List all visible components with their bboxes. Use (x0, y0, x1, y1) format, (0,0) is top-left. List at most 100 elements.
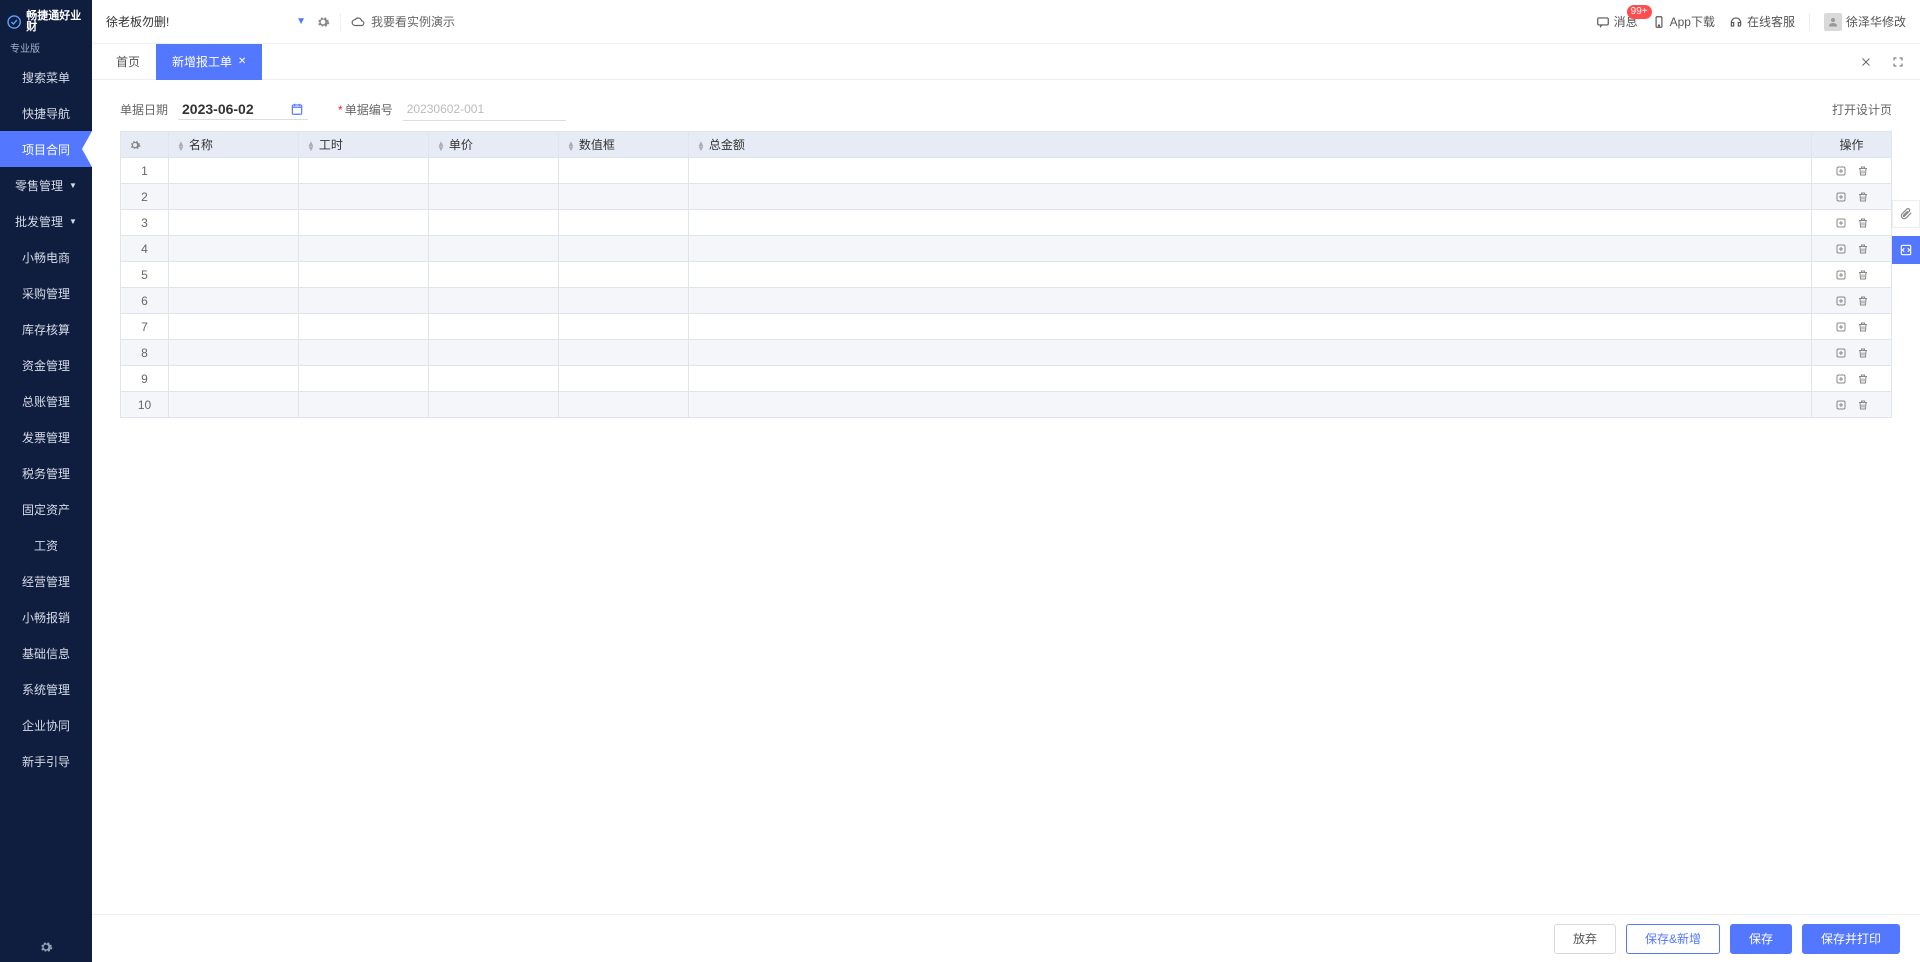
settings-gear-icon[interactable] (39, 940, 53, 954)
save-new-button[interactable]: 保存&新增 (1626, 924, 1720, 954)
tab-0[interactable]: 首页 (100, 44, 156, 80)
cell-numbox[interactable] (559, 288, 689, 314)
cell-hours[interactable] (299, 158, 429, 184)
cell-hours[interactable] (299, 184, 429, 210)
cell-numbox[interactable] (559, 184, 689, 210)
cell-total[interactable] (689, 158, 1812, 184)
cell-numbox[interactable] (559, 158, 689, 184)
col-settings[interactable] (121, 132, 169, 158)
logo[interactable]: 畅捷通好业财 (0, 0, 92, 44)
attachment-icon[interactable] (1892, 200, 1920, 228)
cell-name[interactable] (169, 210, 299, 236)
cell-name[interactable] (169, 262, 299, 288)
cell-price[interactable] (429, 262, 559, 288)
row-add-icon[interactable] (1835, 295, 1847, 307)
expand-panel-icon[interactable] (1892, 236, 1920, 264)
save-button[interactable]: 保存 (1730, 924, 1792, 954)
cell-hours[interactable] (299, 236, 429, 262)
app-download-button[interactable]: App下载 (1652, 13, 1715, 30)
sidebar-item-7[interactable]: 库存核算 (0, 311, 92, 347)
cell-total[interactable] (689, 340, 1812, 366)
cell-price[interactable] (429, 340, 559, 366)
row-add-icon[interactable] (1835, 373, 1847, 385)
cell-numbox[interactable] (559, 314, 689, 340)
cell-name[interactable] (169, 314, 299, 340)
cell-price[interactable] (429, 392, 559, 418)
cell-price[interactable] (429, 158, 559, 184)
sidebar-item-3[interactable]: 零售管理▼ (0, 167, 92, 203)
cell-hours[interactable] (299, 262, 429, 288)
fullscreen-icon[interactable] (1886, 50, 1910, 74)
cell-numbox[interactable] (559, 340, 689, 366)
row-add-icon[interactable] (1835, 399, 1847, 411)
cell-name[interactable] (169, 236, 299, 262)
tab-1[interactable]: 新增报工单✕ (156, 44, 262, 80)
close-icon[interactable]: ✕ (238, 56, 246, 67)
col-price[interactable]: ▲▼单价 (429, 132, 559, 158)
row-delete-icon[interactable] (1857, 269, 1869, 281)
row-delete-icon[interactable] (1857, 321, 1869, 333)
row-delete-icon[interactable] (1857, 243, 1869, 255)
cell-hours[interactable] (299, 314, 429, 340)
sidebar-item-13[interactable]: 工资 (0, 527, 92, 563)
row-delete-icon[interactable] (1857, 347, 1869, 359)
save-print-button[interactable]: 保存并打印 (1802, 924, 1900, 954)
cell-numbox[interactable] (559, 366, 689, 392)
row-add-icon[interactable] (1835, 165, 1847, 177)
close-tab-icon[interactable] (1854, 50, 1878, 74)
cell-name[interactable] (169, 366, 299, 392)
cell-price[interactable] (429, 236, 559, 262)
header-gear-icon[interactable] (316, 15, 330, 29)
sidebar-item-8[interactable]: 资金管理 (0, 347, 92, 383)
col-name[interactable]: ▲▼名称 (169, 132, 299, 158)
sidebar-item-2[interactable]: 项目合同 (0, 131, 92, 167)
sidebar-item-11[interactable]: 税务管理 (0, 455, 92, 491)
cell-name[interactable] (169, 158, 299, 184)
row-add-icon[interactable] (1835, 217, 1847, 229)
row-add-icon[interactable] (1835, 243, 1847, 255)
row-delete-icon[interactable] (1857, 399, 1869, 411)
cell-total[interactable] (689, 210, 1812, 236)
cell-name[interactable] (169, 288, 299, 314)
sidebar-item-9[interactable]: 总账管理 (0, 383, 92, 419)
cell-name[interactable] (169, 340, 299, 366)
row-add-icon[interactable] (1835, 269, 1847, 281)
sidebar-item-10[interactable]: 发票管理 (0, 419, 92, 455)
sidebar-item-5[interactable]: 小畅电商 (0, 239, 92, 275)
col-hours[interactable]: ▲▼工时 (299, 132, 429, 158)
sidebar-item-12[interactable]: 固定资产 (0, 491, 92, 527)
cell-total[interactable] (689, 366, 1812, 392)
row-delete-icon[interactable] (1857, 217, 1869, 229)
cell-total[interactable] (689, 262, 1812, 288)
row-add-icon[interactable] (1835, 191, 1847, 203)
sidebar-item-6[interactable]: 采购管理 (0, 275, 92, 311)
row-delete-icon[interactable] (1857, 191, 1869, 203)
sidebar-item-16[interactable]: 基础信息 (0, 635, 92, 671)
cell-hours[interactable] (299, 288, 429, 314)
cell-name[interactable] (169, 392, 299, 418)
cell-price[interactable] (429, 184, 559, 210)
row-add-icon[interactable] (1835, 321, 1847, 333)
cell-total[interactable] (689, 236, 1812, 262)
cell-numbox[interactable] (559, 392, 689, 418)
row-delete-icon[interactable] (1857, 165, 1869, 177)
sidebar-item-19[interactable]: 新手引导 (0, 743, 92, 779)
row-delete-icon[interactable] (1857, 295, 1869, 307)
cell-numbox[interactable] (559, 262, 689, 288)
cell-hours[interactable] (299, 392, 429, 418)
customer-service-button[interactable]: 在线客服 (1729, 13, 1795, 30)
user-menu[interactable]: 徐泽华修改 (1824, 13, 1906, 31)
sidebar-item-15[interactable]: 小畅报销 (0, 599, 92, 635)
row-add-icon[interactable] (1835, 347, 1847, 359)
cell-total[interactable] (689, 184, 1812, 210)
sidebar-item-18[interactable]: 企业协同 (0, 707, 92, 743)
cell-name[interactable] (169, 184, 299, 210)
discard-button[interactable]: 放弃 (1554, 924, 1616, 954)
sidebar-item-4[interactable]: 批发管理▼ (0, 203, 92, 239)
cell-total[interactable] (689, 288, 1812, 314)
cell-price[interactable] (429, 288, 559, 314)
open-design-link[interactable]: 打开设计页 (1832, 101, 1892, 118)
col-total[interactable]: ▲▼总金额 (689, 132, 1812, 158)
cell-hours[interactable] (299, 340, 429, 366)
messages-button[interactable]: 消息 99+ (1596, 13, 1638, 30)
